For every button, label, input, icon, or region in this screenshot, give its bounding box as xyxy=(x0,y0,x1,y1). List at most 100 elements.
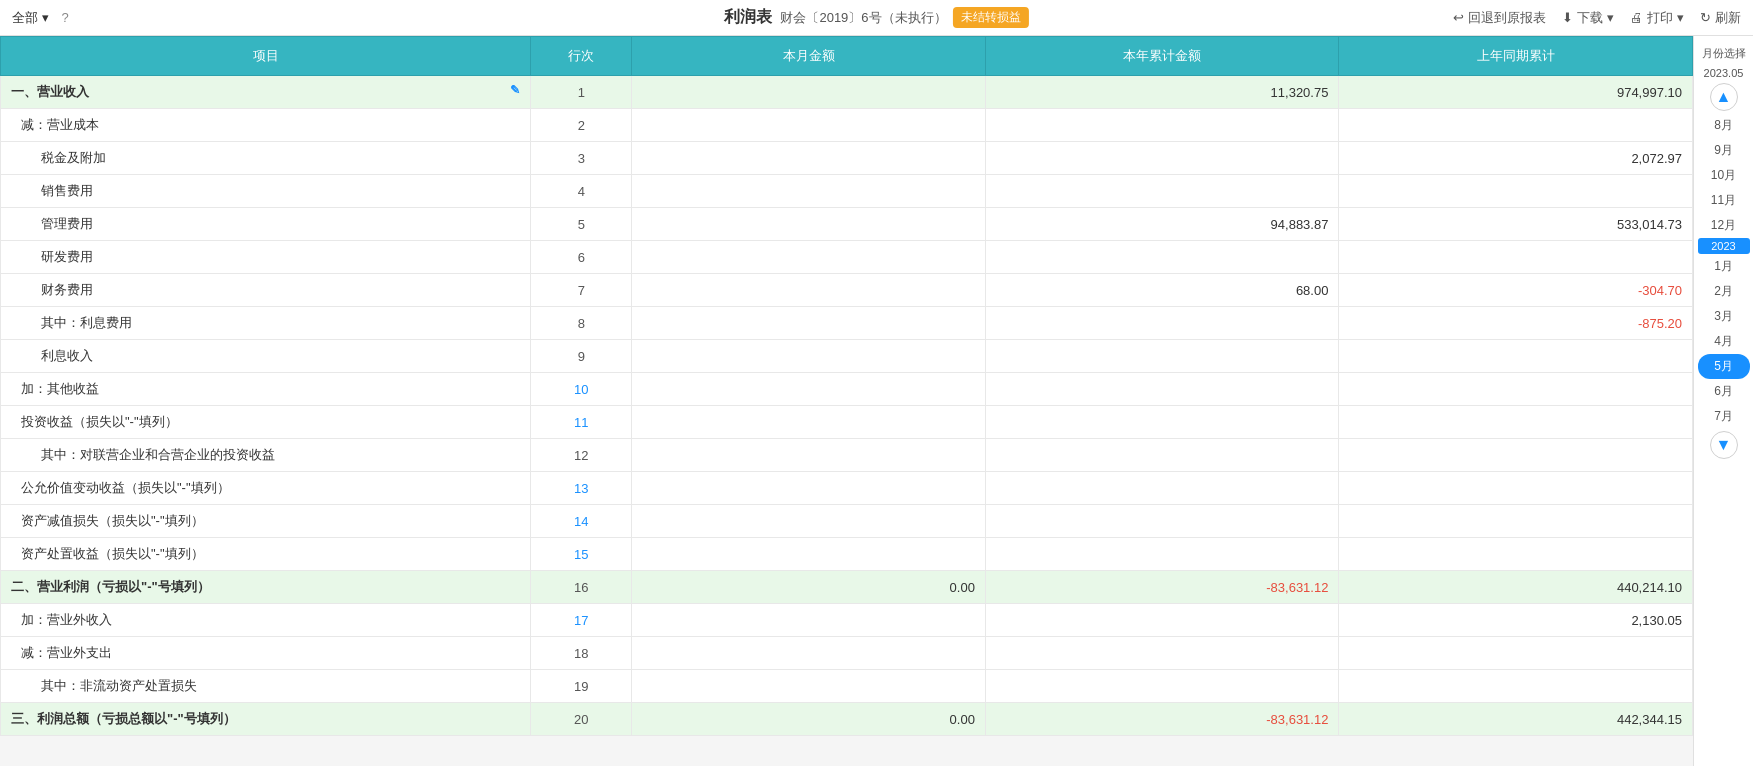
col-header-row: 行次 xyxy=(531,37,632,76)
td-month-amount xyxy=(632,538,986,571)
td-month-amount xyxy=(632,670,986,703)
td-row-num[interactable]: 17 xyxy=(531,604,632,637)
help-icon[interactable]: ? xyxy=(57,10,73,26)
td-month-amount xyxy=(632,604,986,637)
sidebar-month-item[interactable]: 3月 xyxy=(1698,304,1750,329)
td-lastyear-amount: 2,130.05 xyxy=(1339,604,1693,637)
table-row: 资产减值损失（损失以"-"填列）14 xyxy=(1,505,1693,538)
td-item: 投资收益（损失以"-"填列） xyxy=(1,406,531,439)
table-row: 二、营业利润（亏损以"-"号填列）160.00-83,631.12440,214… xyxy=(1,571,1693,604)
td-month-amount xyxy=(632,307,986,340)
sidebar-month-item[interactable]: 8月 xyxy=(1698,113,1750,138)
td-lastyear-amount: 974,997.10 xyxy=(1339,76,1693,109)
refresh-button[interactable]: ↻ 刷新 xyxy=(1700,9,1741,27)
td-month-amount xyxy=(632,406,986,439)
td-year-amount xyxy=(985,109,1339,142)
td-year-amount xyxy=(985,604,1339,637)
table-area[interactable]: 项目 行次 本月金额 本年累计金额 上年同期累计 一、营业收入✎111,320.… xyxy=(0,36,1693,766)
dropdown-arrow-icon: ▾ xyxy=(42,10,49,25)
td-year-amount xyxy=(985,472,1339,505)
td-month-amount xyxy=(632,142,986,175)
td-row-num: 16 xyxy=(531,571,632,604)
td-year-amount xyxy=(985,670,1339,703)
td-lastyear-amount xyxy=(1339,439,1693,472)
td-year-amount: 11,320.75 xyxy=(985,76,1339,109)
td-lastyear-amount xyxy=(1339,340,1693,373)
download-button[interactable]: ⬇ 下载 ▾ xyxy=(1562,9,1614,27)
td-row-num: 1 xyxy=(531,76,632,109)
report-title: 利润表 xyxy=(724,7,772,28)
print-icon: 🖨 xyxy=(1630,10,1643,25)
sidebar-month-item[interactable]: 1月 xyxy=(1698,254,1750,279)
sidebar-month-item[interactable]: 11月 xyxy=(1698,188,1750,213)
sidebar-month-item[interactable]: 7月 xyxy=(1698,404,1750,429)
td-lastyear-amount xyxy=(1339,109,1693,142)
td-row-num[interactable]: 15 xyxy=(531,538,632,571)
app-container: 全部 ▾ ? 利润表 财会〔2019〕6号（未执行） 未结转损益 ↩ 回退到原报… xyxy=(0,0,1753,766)
td-year-amount xyxy=(985,340,1339,373)
td-row-num: 5 xyxy=(531,208,632,241)
back-button[interactable]: ↩ 回退到原报表 xyxy=(1453,9,1546,27)
td-year-amount xyxy=(985,637,1339,670)
print-button[interactable]: 🖨 打印 ▾ xyxy=(1630,9,1684,27)
td-row-num[interactable]: 14 xyxy=(531,505,632,538)
td-year-amount xyxy=(985,175,1339,208)
td-lastyear-amount: -304.70 xyxy=(1339,274,1693,307)
td-lastyear-amount xyxy=(1339,538,1693,571)
table-header-row: 项目 行次 本月金额 本年累计金额 上年同期累计 xyxy=(1,37,1693,76)
td-month-amount xyxy=(632,241,986,274)
td-item: 管理费用 xyxy=(1,208,531,241)
col-header-month: 本月金额 xyxy=(632,37,986,76)
td-lastyear-amount: -875.20 xyxy=(1339,307,1693,340)
table-row: 加：营业外收入17 2,130.05 xyxy=(1,604,1693,637)
td-year-amount: -83,631.12 xyxy=(985,703,1339,736)
sidebar-month-item[interactable]: 12月 xyxy=(1698,213,1750,238)
status-badge: 未结转损益 xyxy=(953,7,1029,28)
edit-icon[interactable]: ✎ xyxy=(510,83,520,97)
sidebar-year-badge[interactable]: 2023 xyxy=(1698,238,1750,254)
td-lastyear-amount: 442,344.15 xyxy=(1339,703,1693,736)
td-month-amount xyxy=(632,637,986,670)
print-label: 打印 xyxy=(1647,9,1673,27)
td-item: 加：营业外收入 xyxy=(1,604,531,637)
sidebar-month-item[interactable]: 6月 xyxy=(1698,379,1750,404)
td-year-amount xyxy=(985,406,1339,439)
month-sidebar: 月份选择 2023.05 ▲ 8月9月10月11月12月20231月2月3月4月… xyxy=(1693,36,1753,766)
table-row: 其中：利息费用8-875.20 xyxy=(1,307,1693,340)
sidebar-year-display: 2023.05 xyxy=(1704,65,1744,81)
td-lastyear-amount xyxy=(1339,175,1693,208)
header-left: 全部 ▾ ? xyxy=(12,9,73,27)
td-row-num: 20 xyxy=(531,703,632,736)
table-row: 一、营业收入✎111,320.75974,997.10 xyxy=(1,76,1693,109)
sidebar-month-item[interactable]: 9月 xyxy=(1698,138,1750,163)
td-item: 资产处置收益（损失以"-"填列） xyxy=(1,538,531,571)
sidebar-down-button[interactable]: ▼ xyxy=(1710,431,1738,459)
td-row-num[interactable]: 13 xyxy=(531,472,632,505)
header-center: 利润表 财会〔2019〕6号（未执行） 未结转损益 xyxy=(724,7,1028,28)
sidebar-up-button[interactable]: ▲ xyxy=(1710,83,1738,111)
td-year-amount: -83,631.12 xyxy=(985,571,1339,604)
table-row: 管理费用594,883.87533,014.73 xyxy=(1,208,1693,241)
td-month-amount xyxy=(632,208,986,241)
sidebar-month-item[interactable]: 2月 xyxy=(1698,279,1750,304)
refresh-icon: ↻ xyxy=(1700,10,1711,25)
td-item: 其中：利息费用 xyxy=(1,307,531,340)
td-row-num[interactable]: 11 xyxy=(531,406,632,439)
table-row: 投资收益（损失以"-"填列）11 xyxy=(1,406,1693,439)
td-month-amount xyxy=(632,274,986,307)
td-month-amount xyxy=(632,109,986,142)
td-month-amount xyxy=(632,439,986,472)
sidebar-month-item[interactable]: 4月 xyxy=(1698,329,1750,354)
scope-dropdown[interactable]: 全部 ▾ xyxy=(12,9,49,27)
td-lastyear-amount xyxy=(1339,472,1693,505)
td-lastyear-amount: 2,072.97 xyxy=(1339,142,1693,175)
td-item: 利息收入 xyxy=(1,340,531,373)
download-icon: ⬇ xyxy=(1562,10,1573,25)
report-table: 项目 行次 本月金额 本年累计金额 上年同期累计 一、营业收入✎111,320.… xyxy=(0,36,1693,736)
td-year-amount xyxy=(985,538,1339,571)
td-row-num[interactable]: 10 xyxy=(531,373,632,406)
table-row: 减：营业外支出18 xyxy=(1,637,1693,670)
sidebar-month-item[interactable]: 10月 xyxy=(1698,163,1750,188)
sidebar-month-item[interactable]: 5月 xyxy=(1698,354,1750,379)
table-row: 减：营业成本2 xyxy=(1,109,1693,142)
